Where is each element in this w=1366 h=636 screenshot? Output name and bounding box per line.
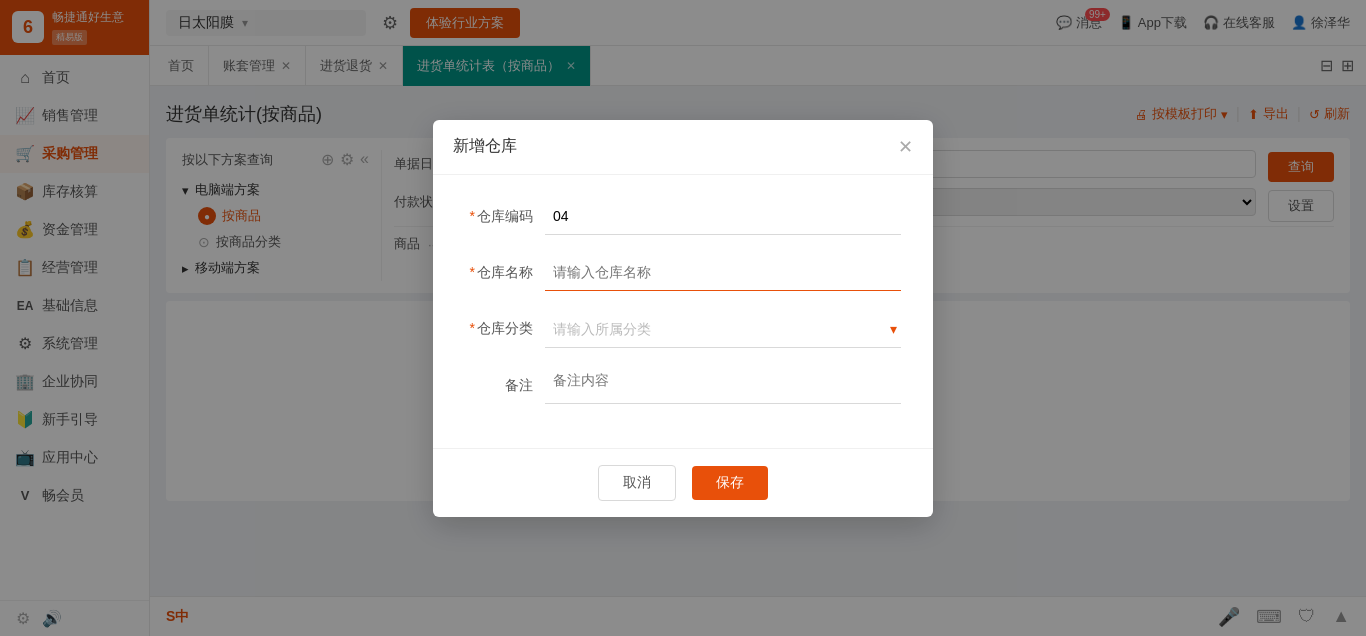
warehouse-name-label: *仓库名称 [465,264,545,282]
modal-overlay: 新增仓库 ✕ *仓库编码 *仓库名称 *仓库分类 [0,0,1366,636]
category-dropdown-icon: ▾ [890,321,901,337]
cancel-btn[interactable]: 取消 [598,465,676,501]
warehouse-name-input[interactable] [545,255,901,291]
warehouse-category-label: *仓库分类 [465,320,545,338]
modal-footer: 取消 保存 [433,448,933,517]
warehouse-note-input[interactable] [545,368,901,404]
warehouse-code-label: *仓库编码 [465,208,545,226]
warehouse-code-input[interactable] [545,199,901,235]
form-row-note: 备注 [465,368,901,404]
warehouse-modal: 新增仓库 ✕ *仓库编码 *仓库名称 *仓库分类 [433,120,933,517]
warehouse-category-select[interactable]: 请输入所属分类 [545,311,890,347]
modal-body: *仓库编码 *仓库名称 *仓库分类 请输入所属分类 [433,175,933,448]
warehouse-note-label: 备注 [465,377,545,395]
form-row-name: *仓库名称 [465,255,901,291]
warehouse-category-wrapper: 请输入所属分类 ▾ [545,311,901,348]
modal-close-btn[interactable]: ✕ [898,136,913,158]
form-row-category: *仓库分类 请输入所属分类 ▾ [465,311,901,348]
save-btn[interactable]: 保存 [692,466,768,500]
modal-header: 新增仓库 ✕ [433,120,933,175]
modal-title: 新增仓库 [453,136,517,157]
form-row-code: *仓库编码 [465,199,901,235]
